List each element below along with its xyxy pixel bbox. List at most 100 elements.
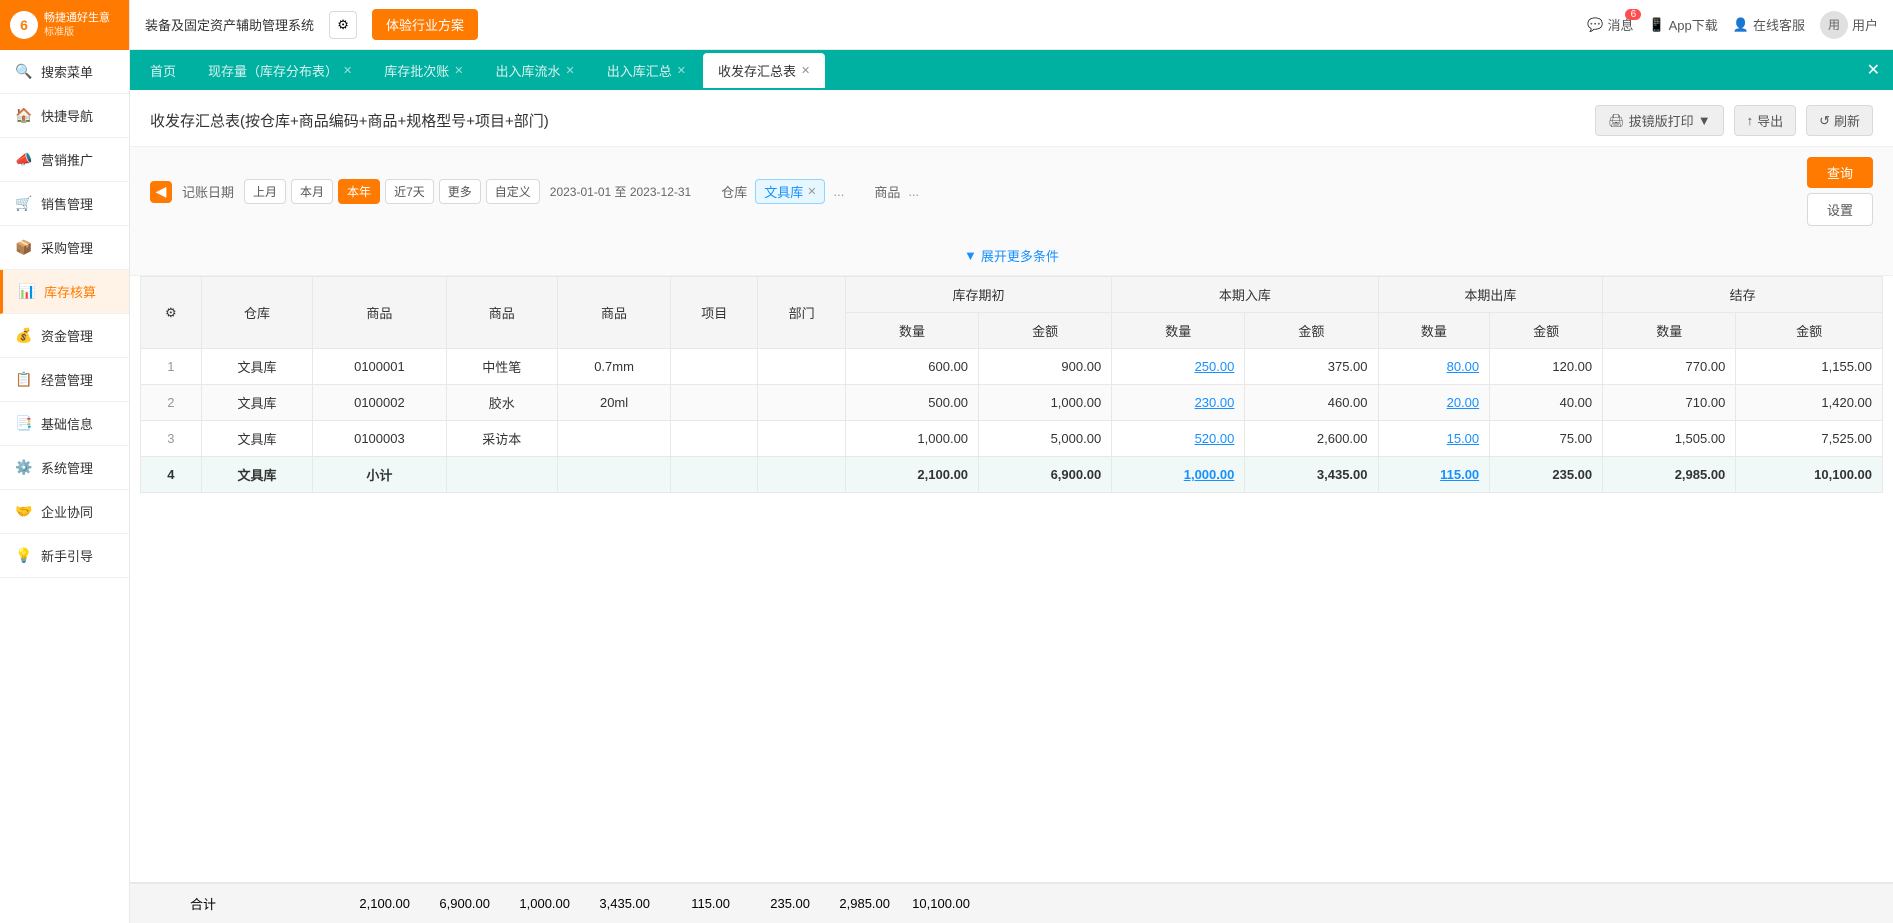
search-icon: 🔍 — [15, 63, 33, 81]
row-open-qty-2: 500.00 — [845, 385, 978, 421]
row-in-qty-3[interactable]: 520.00 — [1112, 421, 1245, 457]
row-open-amt-3: 5,000.00 — [979, 421, 1112, 457]
date-range-display: 2023-01-01 至 2023-12-31 — [550, 183, 691, 200]
query-button[interactable]: 查询 — [1807, 157, 1873, 188]
print-button[interactable]: 🖨 拔镜版打印 ▼ — [1595, 105, 1723, 136]
sidebar-item-system[interactable]: ⚙️ 系统管理 — [0, 446, 129, 490]
filter-bar: ◀ 记账日期 上月 本月 本年 近7天 更多 自定义 2023-01-01 至 … — [130, 147, 1893, 276]
tab-inout-flow[interactable]: 出入库流水 ✕ — [480, 53, 589, 88]
subtotal-close-amt: 10,100.00 — [1736, 457, 1883, 493]
row-num-1: 1 — [141, 349, 202, 385]
row-in-qty-2[interactable]: 230.00 — [1112, 385, 1245, 421]
online-service-action[interactable]: 👤 在线客服 — [1733, 15, 1805, 34]
tabs-close-all[interactable]: ✕ — [1859, 60, 1888, 80]
sidebar-item-purchase[interactable]: 📦 采购管理 — [0, 226, 129, 270]
row-close-qty-1: 770.00 — [1603, 349, 1736, 385]
warehouse-label: 仓库 — [721, 182, 747, 201]
col-name: 商品 — [446, 277, 558, 349]
experience-btn[interactable]: 体验行业方案 — [372, 9, 478, 40]
total-label: 合计 — [140, 894, 340, 913]
sidebar-item-enterprise[interactable]: 🤝 企业协同 — [0, 490, 129, 534]
date-btn-custom[interactable]: 自定义 — [486, 179, 540, 204]
row-code-3: 0100003 — [313, 421, 446, 457]
col-out-amt: 金额 — [1490, 313, 1603, 349]
total-out-qty: 115.00 — [660, 892, 740, 915]
settings-button[interactable]: ⚙ — [329, 11, 357, 39]
tab-close-recv-send[interactable]: ✕ — [801, 64, 810, 77]
col-opening-amt: 金额 — [979, 313, 1112, 349]
sidebar-item-quick-nav[interactable]: 🏠 快捷导航 — [0, 94, 129, 138]
tab-batch[interactable]: 库存批次账 ✕ — [369, 53, 478, 88]
col-in-amt: 金额 — [1245, 313, 1378, 349]
warehouse-tag[interactable]: 文具库 ✕ — [755, 179, 825, 204]
message-action[interactable]: 💬 消息 6 — [1587, 15, 1633, 34]
col-settings[interactable]: ⚙ — [141, 277, 202, 349]
row-code-1: 0100001 — [313, 349, 446, 385]
total-in-qty: 1,000.00 — [500, 892, 580, 915]
row-code-2: 0100002 — [313, 385, 446, 421]
sidebar-item-finance[interactable]: 💰 资金管理 — [0, 314, 129, 358]
megaphone-icon: 📣 — [15, 151, 33, 169]
col-spec: 商品 — [558, 277, 671, 349]
main-content: 装备及固定资产辅助管理系统 ⚙ 体验行业方案 💬 消息 6 📱 App下载 👤 … — [130, 0, 1893, 923]
export-button[interactable]: ↑ 导出 — [1734, 105, 1797, 136]
row-out-qty-1[interactable]: 80.00 — [1378, 349, 1490, 385]
warehouse-more[interactable]: ... — [833, 184, 844, 199]
logo-icon: 6 — [10, 11, 38, 39]
sidebar-item-inventory[interactable]: 📊 库存核算 — [0, 270, 129, 314]
row-in-qty-1[interactable]: 250.00 — [1112, 349, 1245, 385]
subtotal-out-qty[interactable]: 115.00 — [1378, 457, 1490, 493]
date-btn-this-year[interactable]: 本年 — [338, 179, 380, 204]
setting-button[interactable]: 设置 — [1807, 193, 1873, 226]
warehouse-tag-close[interactable]: ✕ — [807, 185, 816, 198]
app-download-action[interactable]: 📱 App下载 — [1648, 15, 1717, 34]
row-out-qty-3[interactable]: 15.00 — [1378, 421, 1490, 457]
row-out-amt-3: 75.00 — [1490, 421, 1603, 457]
sidebar-item-operation[interactable]: 📋 经营管理 — [0, 358, 129, 402]
tab-close-inout-flow[interactable]: ✕ — [566, 64, 575, 77]
subtotal-out-amt: 235.00 — [1490, 457, 1603, 493]
tab-bar: 首页 现存量（库存分布表） ✕ 库存批次账 ✕ 出入库流水 ✕ 出入库汇总 ✕ … — [130, 50, 1893, 90]
tab-recv-send[interactable]: 收发存汇总表 ✕ — [703, 53, 825, 88]
tab-home[interactable]: 首页 — [135, 53, 191, 88]
product-more[interactable]: ... — [908, 184, 919, 199]
subtotal-row: 4 文具库 小计 2,100.00 6,900.00 1,000.00 3,43… — [141, 457, 1883, 493]
home-icon: 🏠 — [15, 107, 33, 125]
expand-conditions-btn[interactable]: ▼ 展开更多条件 — [964, 246, 1059, 265]
export-icon: ↑ — [1747, 113, 1754, 128]
sidebar-item-marketing[interactable]: 📣 营销推广 — [0, 138, 129, 182]
date-btn-7days[interactable]: 近7天 — [385, 179, 434, 204]
filter-collapse-btn[interactable]: ◀ — [150, 181, 172, 203]
refresh-button[interactable]: ↺ 刷新 — [1806, 105, 1873, 136]
money-icon: 💰 — [15, 327, 33, 345]
tab-close-inventory-dist[interactable]: ✕ — [343, 64, 352, 77]
app-logo: 6 畅捷通好生意 标准版 — [0, 0, 129, 50]
date-btn-more[interactable]: 更多 — [439, 179, 481, 204]
refresh-icon: ↺ — [1819, 113, 1830, 129]
tab-close-batch[interactable]: ✕ — [454, 64, 463, 77]
tab-close-inout-summary[interactable]: ✕ — [677, 64, 686, 77]
row-warehouse-3: 文具库 — [201, 421, 313, 457]
row-spec-2: 20ml — [558, 385, 671, 421]
row-close-amt-3: 7,525.00 — [1736, 421, 1883, 457]
sidebar-item-search[interactable]: 🔍 搜索菜单 — [0, 50, 129, 94]
user-action[interactable]: 用 用户 — [1820, 11, 1878, 39]
date-btn-this-month[interactable]: 本月 — [291, 179, 333, 204]
tab-inventory-dist[interactable]: 现存量（库存分布表） ✕ — [193, 53, 367, 88]
subtotal-in-qty[interactable]: 1,000.00 — [1112, 457, 1245, 493]
tab-inout-summary[interactable]: 出入库汇总 ✕ — [592, 53, 701, 88]
row-close-qty-2: 710.00 — [1603, 385, 1736, 421]
row-out-qty-2[interactable]: 20.00 — [1378, 385, 1490, 421]
sidebar-item-base-info[interactable]: 📑 基础信息 — [0, 402, 129, 446]
sidebar-item-guide[interactable]: 💡 新手引导 — [0, 534, 129, 578]
table-row: 3 文具库 0100003 采访本 1,000.00 5,000.00 520.… — [141, 421, 1883, 457]
sidebar-item-sales[interactable]: 🛒 销售管理 — [0, 182, 129, 226]
subtotal-close-qty: 2,985.00 — [1603, 457, 1736, 493]
total-open-qty: 2,100.00 — [340, 892, 420, 915]
print-icon: 🖨 — [1608, 113, 1625, 129]
total-out-amt: 235.00 — [740, 892, 820, 915]
date-btn-last-month[interactable]: 上月 — [244, 179, 286, 204]
subtotal-warehouse: 文具库 — [201, 457, 313, 493]
sidebar-nav: 🔍 搜索菜单 🏠 快捷导航 📣 营销推广 🛒 销售管理 📦 采购管理 📊 库存核… — [0, 50, 129, 923]
phone-icon: 📱 — [1648, 17, 1664, 33]
